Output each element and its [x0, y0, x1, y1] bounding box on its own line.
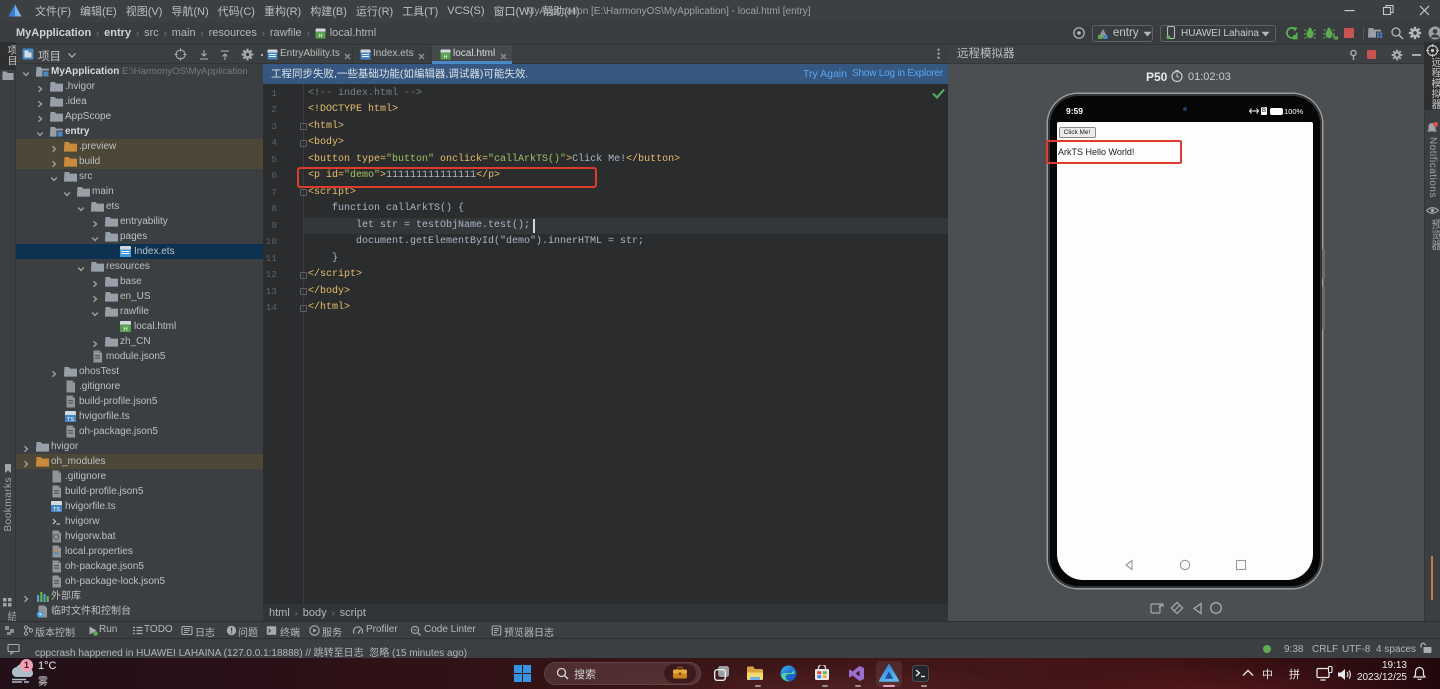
svg-text:TS: TS: [67, 417, 74, 423]
svg-text:H: H: [444, 55, 448, 61]
svg-text:TS: TS: [53, 507, 60, 513]
svg-text:H: H: [123, 327, 127, 333]
svg-text:H: H: [318, 33, 322, 39]
